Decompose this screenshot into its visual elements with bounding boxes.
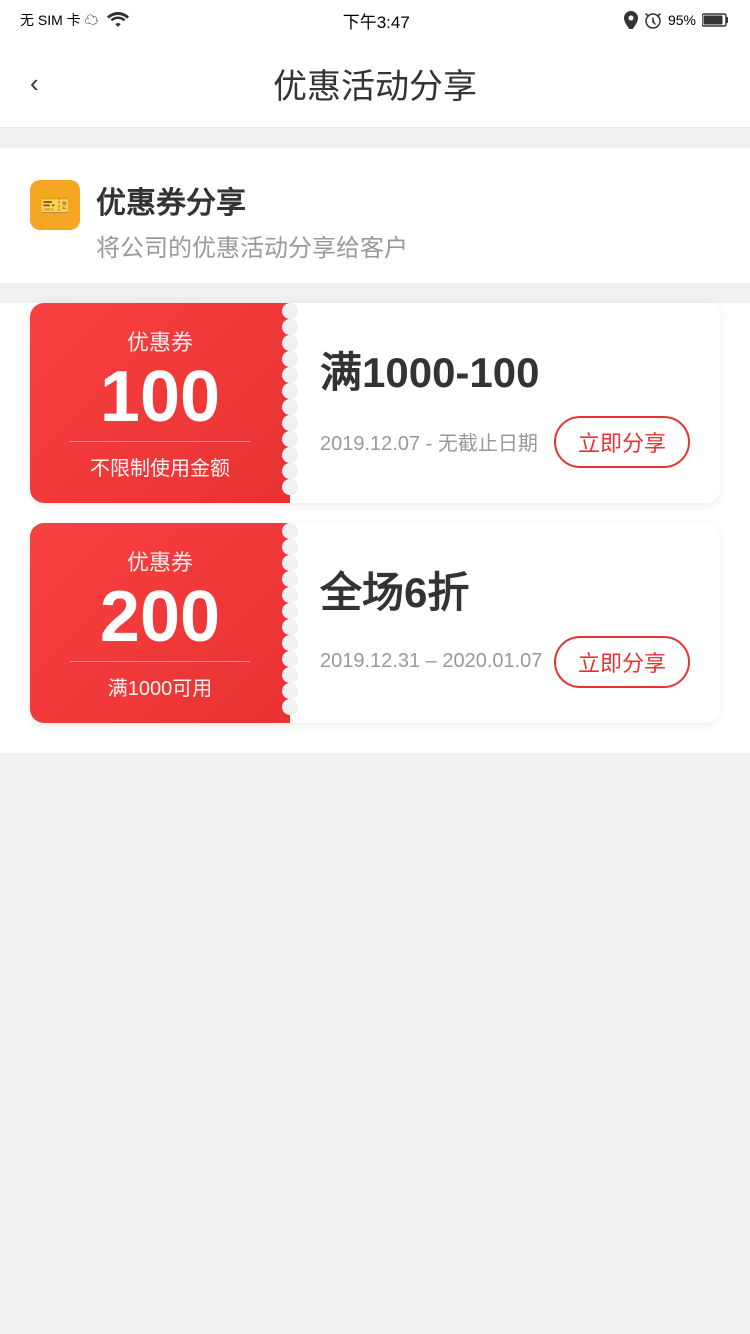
coupon-date-2: 2019.12.31 – 2020.01.07 [320, 650, 542, 673]
coupon-title-1: 满1000-100 [320, 339, 690, 400]
back-button[interactable]: ‹ [30, 68, 39, 99]
coupon-label-2: 优惠券 [127, 545, 193, 577]
serrated-edge-2 [280, 523, 300, 723]
section-title: 优惠券分享 [96, 178, 408, 222]
share-button-1[interactable]: 立即分享 [554, 416, 690, 468]
section-icon: 🎫 [30, 180, 80, 230]
coupon-left-2: 优惠券 200 满1000可用 [30, 523, 290, 723]
coupon-right-2: 全场6折 2019.12.31 – 2020.01.07 立即分享 [290, 523, 720, 723]
coupon-condition-1: 不限制使用金额 [80, 452, 240, 481]
nav-bar: ‹ 优惠活动分享 [0, 40, 750, 128]
battery-percentage: 95% [668, 12, 696, 28]
section-subtitle: 将公司的优惠活动分享给客户 [96, 228, 408, 263]
empty-area [0, 753, 750, 1253]
page-title: 优惠活动分享 [273, 59, 477, 108]
status-bar: 无 SIM 卡 ☁ 下午3:47 95% [0, 0, 750, 40]
share-button-2[interactable]: 立即分享 [554, 636, 690, 688]
wifi-icon [107, 12, 129, 28]
coupon-meta-2: 2019.12.31 – 2020.01.07 立即分享 [320, 636, 690, 688]
coupon-divider-1 [70, 441, 250, 442]
status-right: 95% [624, 11, 730, 29]
section-text: 优惠券分享 将公司的优惠活动分享给客户 [96, 178, 408, 263]
coupon-value-1: 100 [100, 361, 220, 433]
section-header: 🎫 优惠券分享 将公司的优惠活动分享给客户 [0, 148, 750, 283]
coupon-date-1: 2019.12.07 - 无截止日期 [320, 427, 538, 456]
coupon-divider-2 [70, 661, 250, 662]
coupon-title-2: 全场6折 [320, 559, 690, 620]
coupon-label-1: 优惠券 [127, 325, 193, 357]
battery-icon [702, 12, 730, 28]
status-left: 无 SIM 卡 ☁ [20, 10, 129, 30]
coupon-card-2: 优惠券 200 满1000可用 全场6折 2019.12.31 – 2020.0… [30, 523, 720, 723]
coupon-condition-2: 满1000可用 [98, 672, 223, 701]
coupon-meta-1: 2019.12.07 - 无截止日期 立即分享 [320, 416, 690, 468]
location-icon [624, 11, 638, 29]
coupon-card-1: 优惠券 100 不限制使用金额 满1000-100 2019.12.07 - 无… [30, 303, 720, 503]
sim-label: 无 SIM 卡 ☁ [20, 10, 99, 30]
status-time: 下午3:47 [343, 8, 410, 33]
coupon-value-2: 200 [100, 581, 220, 653]
coupons-list: 优惠券 100 不限制使用金额 满1000-100 2019.12.07 - 无… [0, 303, 750, 753]
coupon-right-1: 满1000-100 2019.12.07 - 无截止日期 立即分享 [290, 303, 720, 503]
serrated-edge-1 [280, 303, 300, 503]
coupon-left-1: 优惠券 100 不限制使用金额 [30, 303, 290, 503]
alarm-icon [644, 11, 662, 29]
